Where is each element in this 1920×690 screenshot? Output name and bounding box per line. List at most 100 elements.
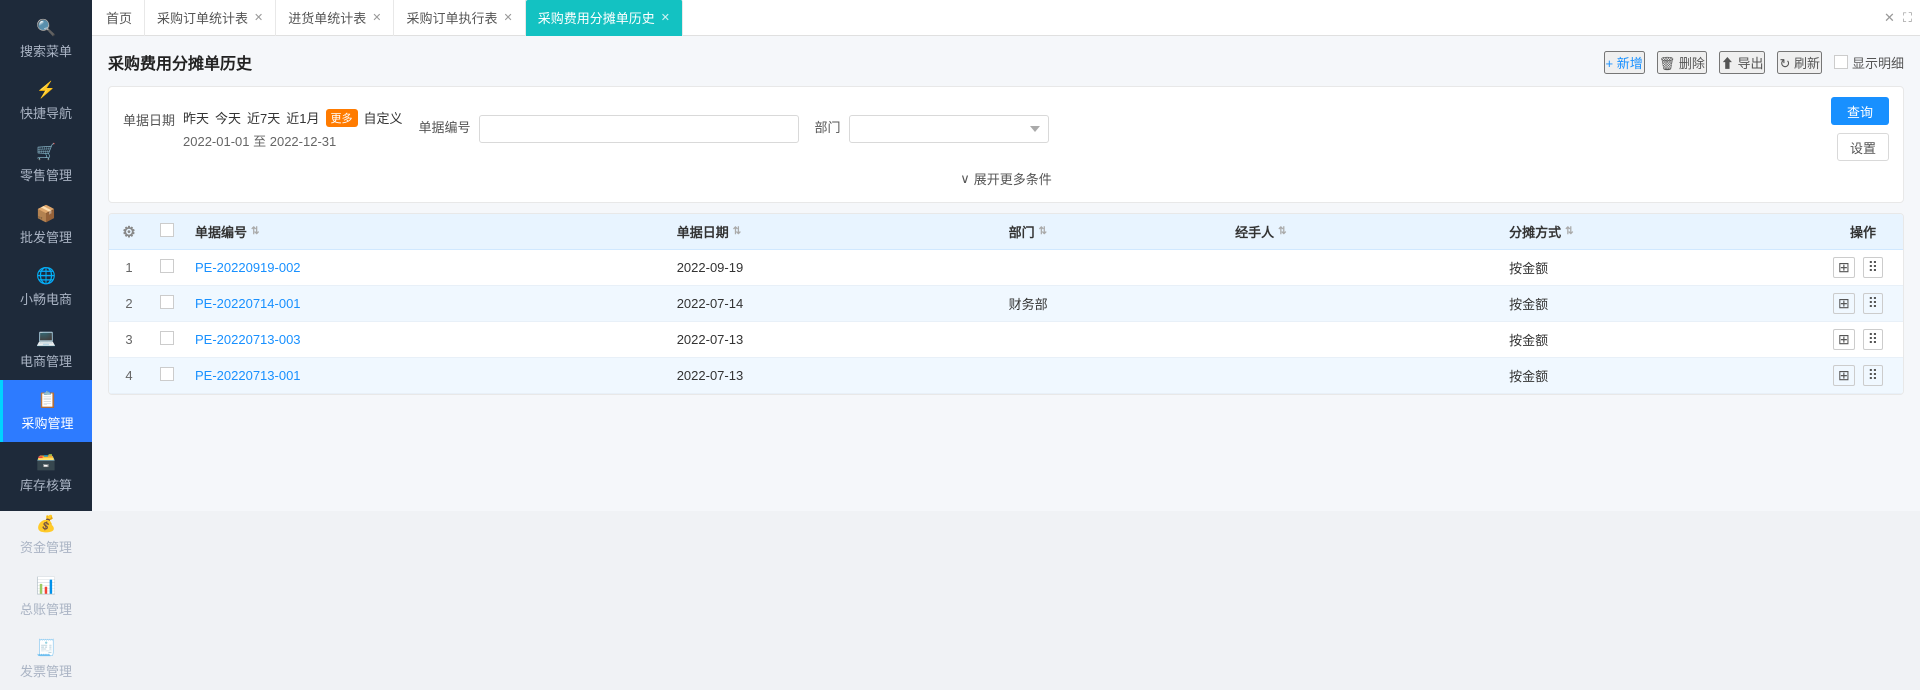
tab-purchase-order-exec[interactable]: 采购订单执行表 ✕ [394,0,525,36]
more-icon-0[interactable]: ⠿ [1863,257,1883,278]
row-checkbox-3[interactable] [160,367,174,381]
sidebar-label-ecom: 电商管理 [20,351,72,370]
sidebar-item-inventory[interactable]: 🗃️ 库存核算 [0,442,92,504]
more-icon-3[interactable]: ⠿ [1863,365,1883,386]
view-icon-3[interactable]: ⊞ [1833,365,1855,386]
cell-num-0: 1 [109,250,149,286]
cell-handler-0 [1225,250,1499,286]
sidebar-icon-wholesale: 📦 [36,204,56,224]
tab-close-stock-summary[interactable]: ✕ [372,11,381,24]
sidebar-icon-search: 🔍 [36,18,56,38]
tab-home[interactable]: 首页 [100,0,145,36]
data-table-wrap: ⚙ 单据编号 ⇅ 单据日期 [108,213,1904,395]
doc-no-input[interactable] [479,115,799,143]
more-icon-1[interactable]: ⠿ [1863,293,1883,314]
cell-date-3: 2022-07-13 [667,358,999,394]
sidebar-icon-ledger: 📊 [36,576,56,596]
sidebar-label-inventory: 库存核算 [20,475,72,494]
sidebar-item-purchase[interactable]: 📋 采购管理 [0,380,92,442]
sidebar-icon-quicknav: ⚡ [36,80,56,100]
shortcut-today[interactable]: 今天 [215,108,241,127]
tab-label-stock-summary: 进货单统计表 [288,8,366,27]
cell-doc-no-1: PE-20220714-001 [185,286,667,322]
row-checkbox-2[interactable] [160,331,174,345]
view-icon-0[interactable]: ⊞ [1833,257,1855,278]
tab-bar: 首页采购订单统计表✕ 进货单统计表 ✕ 采购订单执行表 ✕ 采购费用分摊单历史 ✕ ✕ ⛶ [92,0,1920,36]
tab-close-purchase-order-exec[interactable]: ✕ [504,11,513,24]
tab-purchase-cost[interactable]: 采购费用分摊单历史 ✕ [526,0,683,36]
filter-area: 单据日期 昨天 今天 近7天 近1月 更多 自定义 2022-01-01 至 2… [108,86,1904,203]
sidebar-item-search[interactable]: 🔍 搜索菜单 [0,8,92,70]
expand-more-btn[interactable]: ∨ 展开更多条件 [123,165,1889,192]
action-icons-0: ⊞ ⠿ [1833,257,1893,278]
th-dept[interactable]: 部门 ⇅ [999,214,1225,250]
shortcut-7days[interactable]: 近7天 [247,108,280,127]
dept-select[interactable] [849,115,1049,143]
sidebar-item-invoice[interactable]: 🧾 发票管理 [0,628,92,690]
tab-close-purchase-cost[interactable]: ✕ [661,11,670,24]
settings-button[interactable]: 设置 [1837,133,1889,161]
row-checkbox-1[interactable] [160,295,174,309]
row-checkbox-0[interactable] [160,259,174,273]
column-settings-icon[interactable]: ⚙ [122,224,135,241]
cell-split-3: 按金额 [1499,358,1823,394]
cell-dept-3 [999,358,1225,394]
page-title: 采购费用分摊单历史 [108,50,252,74]
select-all-checkbox[interactable] [160,223,174,237]
export-button[interactable]: ⬆ 导出 [1719,51,1766,74]
tab-purchase-order-summary[interactable]: 采购订单统计表✕ [145,0,276,36]
doc-no-link-0[interactable]: PE-20220919-002 [195,260,301,275]
tab-label-purchase-cost: 采购费用分摊单历史 [538,8,655,27]
shortcut-more[interactable]: 更多 [326,109,358,127]
cell-doc-no-0: PE-20220919-002 [185,250,667,286]
th-split-method[interactable]: 分摊方式 ⇅ [1499,214,1823,250]
shortcut-custom[interactable]: 自定义 [364,108,403,127]
th-doc-date[interactable]: 单据日期 ⇅ [667,214,999,250]
sidebar-item-ledger[interactable]: 📊 总账管理 [0,566,92,628]
th-doc-no[interactable]: 单据编号 ⇅ [185,214,667,250]
sidebar-item-retail[interactable]: 🛒 零售管理 [0,132,92,194]
sort-split-icon: ⇅ [1565,226,1573,237]
doc-no-link-3[interactable]: PE-20220713-001 [195,368,301,383]
sidebar-label-retail: 零售管理 [20,165,72,184]
table-row: 2 PE-20220714-001 2022-07-14 财务部 按金额 ⊞ ⠿ [109,286,1903,322]
cell-doc-no-2: PE-20220713-003 [185,322,667,358]
tab-stock-summary[interactable]: 进货单统计表 ✕ [276,0,394,36]
show-detail-checkbox[interactable] [1834,55,1848,69]
doc-no-link-1[interactable]: PE-20220714-001 [195,296,301,311]
sidebar: 🔍 搜索菜单 ⚡ 快捷导航 🛒 零售管理 📦 批发管理 🌐 小畅电商 💻 电商管… [0,0,92,511]
close-window-icon[interactable]: ✕ [1884,10,1895,26]
refresh-button[interactable]: ↻ 刷新 [1777,51,1822,74]
th-checkbox [149,214,185,250]
table-row: 1 PE-20220919-002 2022-09-19 按金额 ⊞ ⠿ [109,250,1903,286]
th-settings: ⚙ [109,214,149,250]
sidebar-item-quicknav[interactable]: ⚡ 快捷导航 [0,70,92,132]
maximize-window-icon[interactable]: ⛶ [1903,10,1912,26]
cell-dept-0 [999,250,1225,286]
add-button[interactable]: + 新增 [1604,51,1645,74]
sidebar-item-ecom-small[interactable]: 🌐 小畅电商 [0,256,92,318]
cell-dept-2 [999,322,1225,358]
tab-label-home: 首页 [106,8,132,27]
query-settings-col: 查询 设置 [1831,97,1889,161]
query-button[interactable]: 查询 [1831,97,1889,125]
view-icon-2[interactable]: ⊞ [1833,329,1855,350]
tab-close-purchase-order-summary[interactable]: ✕ [254,11,263,24]
tab-label-purchase-order-exec: 采购订单执行表 [406,8,497,27]
sidebar-label-wholesale: 批发管理 [20,227,72,246]
more-icon-2[interactable]: ⠿ [1863,329,1883,350]
view-icon-1[interactable]: ⊞ [1833,293,1855,314]
sidebar-item-wholesale[interactable]: 📦 批发管理 [0,194,92,256]
sidebar-icon-retail: 🛒 [36,142,56,162]
sidebar-item-ecom[interactable]: 💻 电商管理 [0,318,92,380]
cell-handler-3 [1225,358,1499,394]
sidebar-icon-invoice: 🧾 [36,638,56,658]
cell-num-1: 2 [109,286,149,322]
th-handler[interactable]: 经手人 ⇅ [1225,214,1499,250]
shortcut-yesterday[interactable]: 昨天 [183,108,209,127]
cell-date-1: 2022-07-14 [667,286,999,322]
doc-no-link-2[interactable]: PE-20220713-003 [195,332,301,347]
delete-button[interactable]: 🗑 删除 [1657,51,1707,74]
sidebar-item-finance[interactable]: 💰 资金管理 [0,504,92,566]
shortcut-1month[interactable]: 近1月 [286,108,319,127]
